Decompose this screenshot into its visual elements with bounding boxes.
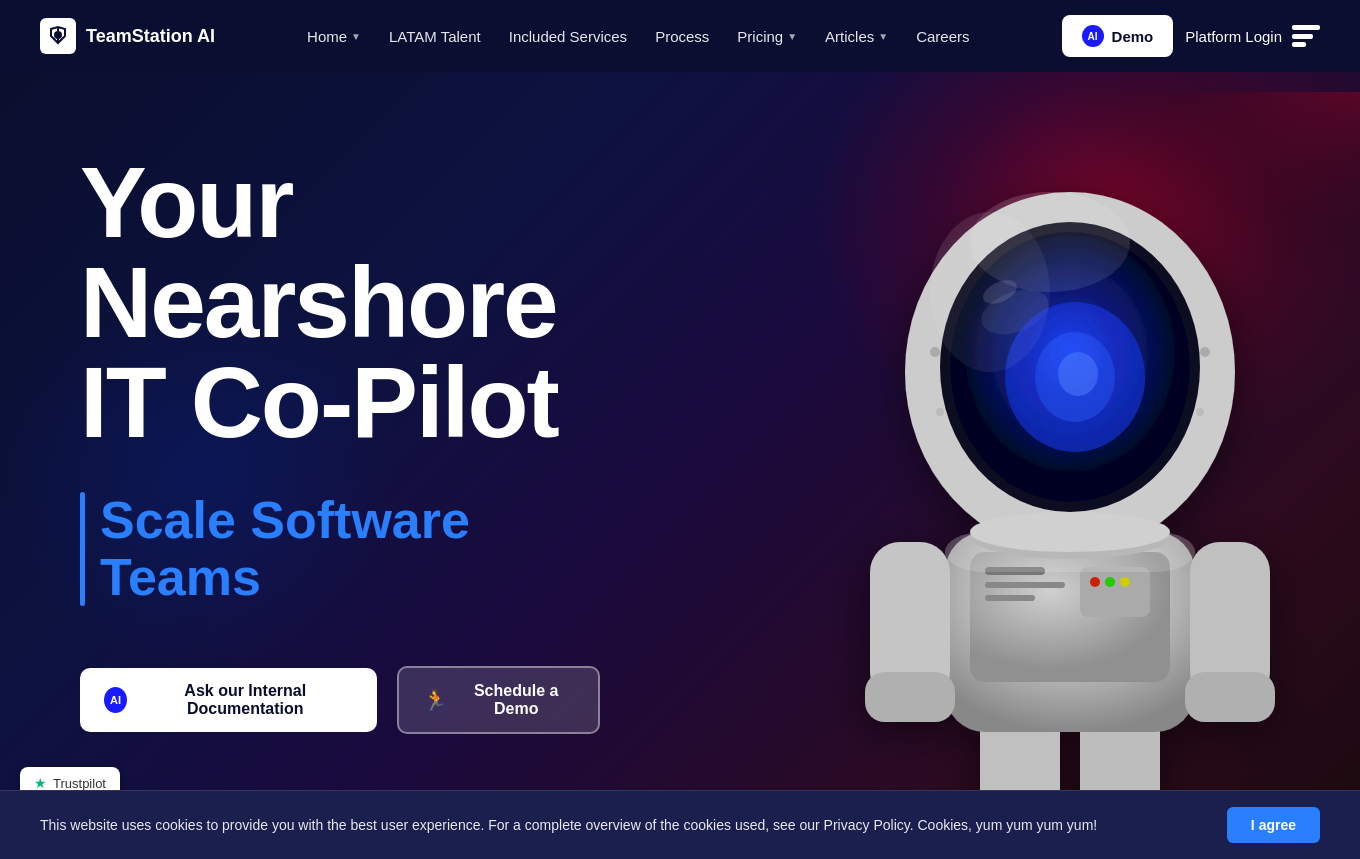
hero-content: Your Nearshore IT Co-Pilot Scale Softwar… [0,72,680,794]
svg-rect-20 [865,672,955,722]
svg-point-16 [1105,577,1115,587]
trustpilot-star: ★ [34,775,47,791]
svg-point-33 [1058,352,1098,396]
navbar: TeamStation AI Home▼ LATAM Talent Includ… [0,0,1360,72]
svg-point-26 [970,512,1170,552]
hero-buttons: AI Ask our Internal Documentation 🏃 Sche… [80,666,600,734]
svg-point-38 [936,408,944,416]
brand-name: TeamStation AI [86,26,215,47]
nav-articles[interactable]: Articles▼ [815,22,898,51]
nav-latam-talent[interactable]: LATAM Talent [379,22,491,51]
hero-subtitle: Scale Software Teams [100,492,600,606]
svg-rect-14 [1080,567,1150,617]
nav-actions: AI Demo Platform Login [1062,15,1320,57]
svg-point-15 [1090,577,1100,587]
svg-point-17 [1120,577,1130,587]
svg-rect-22 [1185,672,1275,722]
brand-logo-link[interactable]: TeamStation AI [40,18,215,54]
hero-subtitle-wrapper: Scale Software Teams [80,492,600,606]
internal-documentation-button[interactable]: AI Ask our Internal Documentation [80,668,377,732]
ai-doc-icon: AI [104,687,127,713]
nav-included-services[interactable]: Included Services [499,22,637,51]
nav-process[interactable]: Process [645,22,719,51]
svg-point-0 [54,31,62,39]
hero-section: Your Nearshore IT Co-Pilot Scale Softwar… [0,72,1360,859]
nav-home[interactable]: Home▼ [297,22,371,51]
schedule-icon: 🏃 [423,688,448,712]
svg-rect-13 [985,595,1035,601]
nav-careers[interactable]: Careers [906,22,979,51]
svg-rect-12 [985,582,1065,588]
svg-point-36 [930,347,940,357]
hero-astronaut-image [760,92,1360,832]
logo-icon [40,18,76,54]
nav-menu: Home▼ LATAM Talent Included Services Pro… [297,22,979,51]
svg-point-37 [1200,347,1210,357]
nav-pricing[interactable]: Pricing▼ [727,22,807,51]
trustpilot-label: Trustpilot [53,776,106,791]
svg-point-39 [1196,408,1204,416]
demo-button[interactable]: AI Demo [1062,15,1174,57]
cookie-banner: This website uses cookies to provide you… [0,790,1360,859]
cookie-agree-button[interactable]: I agree [1227,807,1320,843]
svg-point-35 [970,192,1130,292]
hero-title: Your Nearshore IT Co-Pilot [80,152,600,452]
schedule-demo-button[interactable]: 🏃 Schedule a Demo [397,666,600,734]
platform-login-button[interactable]: Platform Login [1185,25,1320,47]
cookie-text: This website uses cookies to provide you… [40,817,1197,833]
layers-icon [1292,25,1320,47]
demo-ai-icon: AI [1082,25,1104,47]
